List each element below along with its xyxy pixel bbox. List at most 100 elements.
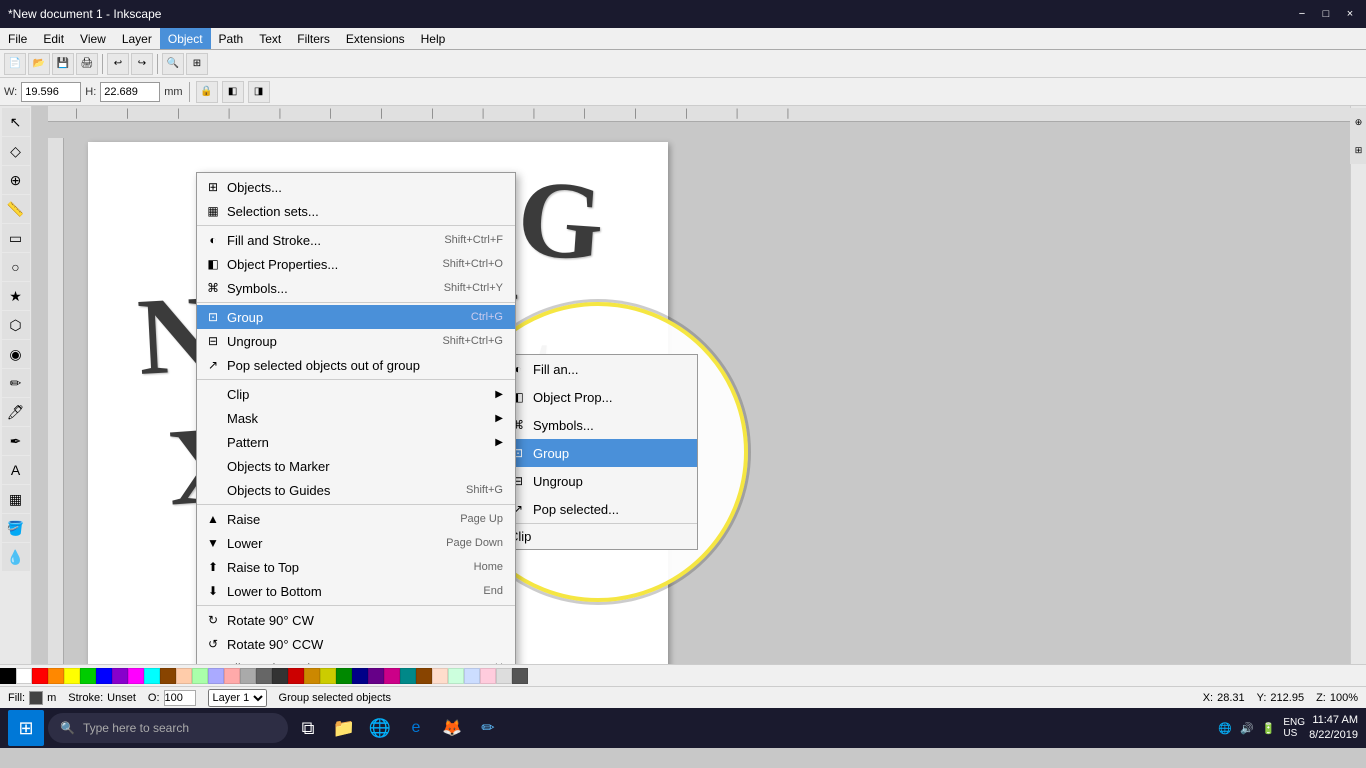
color-mint[interactable] (448, 668, 464, 684)
zoom-fit-button[interactable]: ⊞ (186, 53, 208, 75)
menu-lower-to-bottom[interactable]: ⬇ Lower to Bottom End (197, 579, 515, 603)
color-red[interactable] (32, 668, 48, 684)
menu-help[interactable]: Help (413, 28, 454, 49)
opacity-input[interactable] (164, 690, 196, 706)
color-magenta[interactable] (128, 668, 144, 684)
menu-group[interactable]: ⊡ Group Ctrl+G (197, 305, 515, 329)
color-yellow[interactable] (64, 668, 80, 684)
menu-rotate-ccw[interactable]: ↺ Rotate 90° CCW (197, 632, 515, 656)
menu-file[interactable]: File (0, 28, 35, 49)
menu-object-properties[interactable]: ◧ Object Properties... Shift+Ctrl+O (197, 252, 515, 276)
color-brown[interactable] (160, 668, 176, 684)
taskview-button[interactable]: ⧉ (292, 712, 324, 744)
chrome-task[interactable]: 🌐 (364, 712, 396, 744)
rect-tool[interactable]: ▭ (2, 224, 30, 252)
color-black[interactable] (0, 668, 16, 684)
minimize-button[interactable]: − (1294, 6, 1310, 22)
inkscape-task[interactable]: ✏ (472, 712, 504, 744)
zoom-symbols[interactable]: ⌘ Symbols... (499, 411, 697, 439)
zoom-tool[interactable]: ⊕ (2, 166, 30, 194)
menu-flip-h[interactable]: ↔ Flip Horizontal H (197, 656, 515, 664)
canvas-area[interactable]: │ │ │ │ │ │ │ │ │ │ │ │ │ │ │ D E F G N … (32, 106, 1350, 664)
color-dark-yellow[interactable] (320, 668, 336, 684)
measure-tool[interactable]: 📏 (2, 195, 30, 223)
pen-tool[interactable]: 🖊 (2, 398, 30, 426)
paint-tool[interactable]: 🪣 (2, 514, 30, 542)
zoom-clip[interactable]: Clip (499, 524, 697, 549)
color-dark-gray[interactable] (256, 668, 272, 684)
menu-objects-to-guides[interactable]: Objects to Guides Shift+G (197, 478, 515, 502)
color-orange[interactable] (48, 668, 64, 684)
color-peach[interactable] (176, 668, 192, 684)
menu-mask[interactable]: Mask ▶ (197, 406, 515, 430)
menu-path[interactable]: Path (211, 28, 252, 49)
menu-objects[interactable]: ⊞ Objects... (197, 175, 515, 199)
color-dark-purple[interactable] (368, 668, 384, 684)
pencil-tool[interactable]: ✏ (2, 369, 30, 397)
save-button[interactable]: 💾 (52, 53, 74, 75)
color-light-blue[interactable] (208, 668, 224, 684)
zoom-ungroup[interactable]: ⊟ Ungroup (499, 467, 697, 495)
color-dark-green[interactable] (336, 668, 352, 684)
menu-raise-to-top[interactable]: ⬆ Raise to Top Home (197, 555, 515, 579)
select-tool[interactable]: ↖ (2, 108, 30, 136)
menu-view[interactable]: View (72, 28, 114, 49)
edge-task[interactable]: e (400, 712, 432, 744)
color-light-red[interactable] (224, 668, 240, 684)
star-tool[interactable]: ★ (2, 282, 30, 310)
gradient-tool[interactable]: ▦ (2, 485, 30, 513)
menu-lower[interactable]: ▼ Lower Page Down (197, 531, 515, 555)
start-button[interactable]: ⊞ (8, 710, 44, 746)
color-dark-orange[interactable] (304, 668, 320, 684)
color-dark-red[interactable] (288, 668, 304, 684)
color-purple[interactable] (112, 668, 128, 684)
align-left-button[interactable]: ◧ (222, 81, 244, 103)
print-button[interactable]: 🖨 (76, 53, 98, 75)
close-button[interactable]: × (1342, 6, 1358, 22)
file-explorer-task[interactable]: 📁 (328, 712, 360, 744)
color-teal[interactable] (400, 668, 416, 684)
circle-tool[interactable]: ○ (2, 253, 30, 281)
menu-selection-sets[interactable]: ▦ Selection sets... (197, 199, 515, 223)
undo-button[interactable]: ↩ (107, 53, 129, 75)
color-light-green[interactable] (192, 668, 208, 684)
height-input[interactable] (100, 82, 160, 102)
lock-ratio-button[interactable]: 🔒 (196, 81, 218, 103)
menu-edit[interactable]: Edit (35, 28, 72, 49)
dropper-tool[interactable]: 💧 (2, 543, 30, 571)
color-darker-gray[interactable] (272, 668, 288, 684)
color-silver[interactable] (496, 668, 512, 684)
align-right-button[interactable]: ◨ (248, 81, 270, 103)
width-input[interactable] (21, 82, 81, 102)
color-white[interactable] (16, 668, 32, 684)
menu-fill-stroke[interactable]: ◐ Fill and Stroke... Shift+Ctrl+F (197, 228, 515, 252)
zoom-fill-stroke[interactable]: ◐ Fill an... (499, 355, 697, 383)
menu-rotate-cw[interactable]: ↻ Rotate 90° CW (197, 608, 515, 632)
color-skin[interactable] (432, 668, 448, 684)
maximize-button[interactable]: □ (1318, 6, 1334, 22)
color-sky[interactable] (464, 668, 480, 684)
color-dark-pink[interactable] (384, 668, 400, 684)
color-green[interactable] (80, 668, 96, 684)
open-button[interactable]: 📂 (28, 53, 50, 75)
menu-raise[interactable]: ▲ Raise Page Up (197, 507, 515, 531)
search-box[interactable]: 🔍 Type here to search (48, 713, 288, 743)
menu-pop-selected[interactable]: ↗ Pop selected objects out of group (197, 353, 515, 377)
menu-layer[interactable]: Layer (114, 28, 160, 49)
3d-tool[interactable]: ⬡ (2, 311, 30, 339)
text-tool[interactable]: A (2, 456, 30, 484)
color-sienna[interactable] (416, 668, 432, 684)
zoom-in-button[interactable]: 🔍 (162, 53, 184, 75)
browser-task[interactable]: 🦊 (436, 712, 468, 744)
color-dark-blue[interactable] (352, 668, 368, 684)
menu-filters[interactable]: Filters (289, 28, 338, 49)
spiral-tool[interactable]: ◉ (2, 340, 30, 368)
menu-objects-to-marker[interactable]: Objects to Marker (197, 454, 515, 478)
color-gray[interactable] (240, 668, 256, 684)
menu-extensions[interactable]: Extensions (338, 28, 413, 49)
zoom-object-props[interactable]: ◧ Object Prop... (499, 383, 697, 411)
redo-button[interactable]: ↪ (131, 53, 153, 75)
menu-pattern[interactable]: Pattern ▶ (197, 430, 515, 454)
color-blue[interactable] (96, 668, 112, 684)
new-button[interactable]: 📄 (4, 53, 26, 75)
